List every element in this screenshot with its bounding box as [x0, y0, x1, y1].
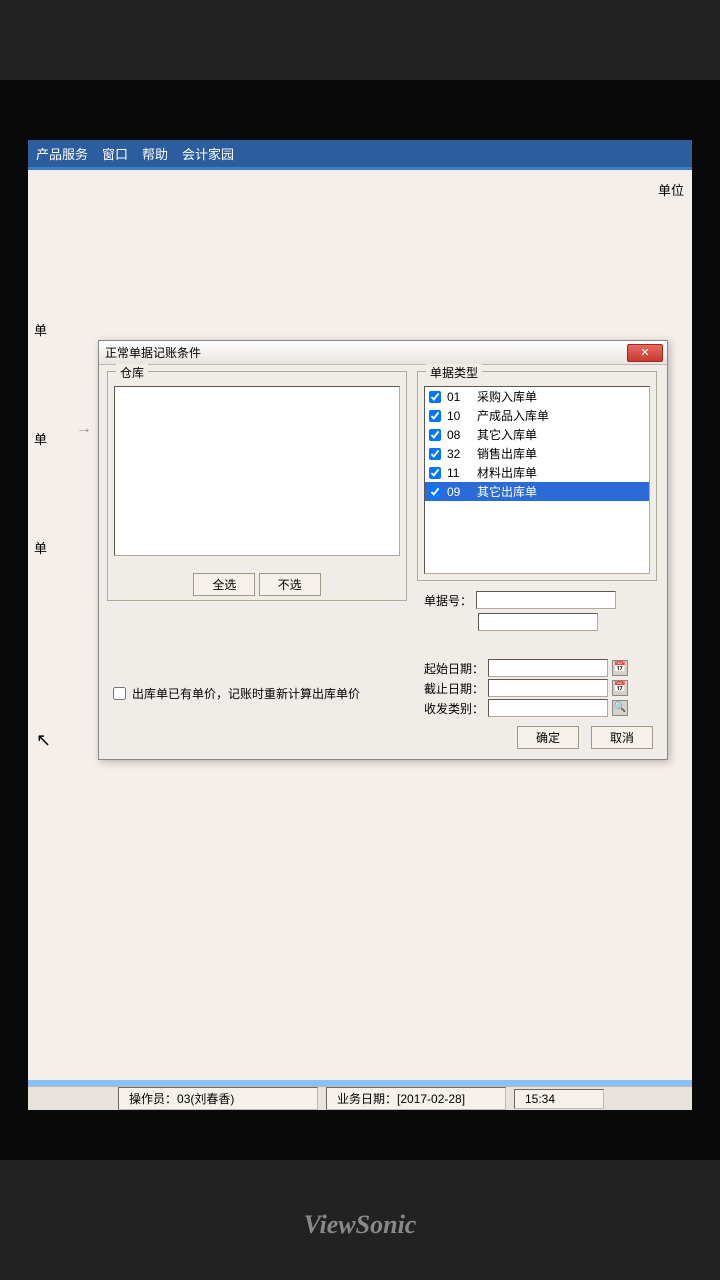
- monitor-frame: 产品服务 窗口 帮助 会计家园 单位 单 单 单 → ↖ 正常单据记账条件 ✕: [0, 80, 720, 1160]
- monitor-brand: ViewSonic: [0, 1210, 720, 1240]
- posting-conditions-dialog: 正常单据记账条件 ✕ 仓库 全选 不选 单据类型 01 采购入库单 10: [98, 340, 668, 760]
- doctype-checkbox[interactable]: [429, 429, 441, 441]
- start-date-input[interactable]: [488, 659, 608, 677]
- doctype-checkbox[interactable]: [429, 391, 441, 403]
- ok-button[interactable]: 确定: [517, 726, 579, 749]
- doctype-code: 11: [447, 466, 471, 480]
- warehouse-label: 仓库: [116, 364, 148, 381]
- app-content-area: 单位 单 单 单 → ↖ 正常单据记账条件 ✕ 仓库 全选: [28, 170, 692, 1080]
- category-input[interactable]: [488, 699, 608, 717]
- doctype-row[interactable]: 32 销售出库单: [425, 444, 649, 463]
- left-tab-3[interactable]: 单: [34, 538, 47, 557]
- doctype-checkbox[interactable]: [429, 448, 441, 460]
- doctype-row[interactable]: 09 其它出库单: [425, 482, 649, 501]
- dialog-title: 正常单据记账条件: [105, 344, 201, 361]
- left-tab-2[interactable]: 单: [34, 429, 47, 448]
- recalc-row: 出库单已有单价，记账时重新计算出库单价: [113, 685, 360, 702]
- doctype-fieldset: 单据类型 01采购入库单10产成品入库单08其它入库单32销售出库单11材料出库…: [417, 371, 657, 581]
- statusbar: 操作员：03(刘春香) 业务日期：[2017-02-28] 15:34: [28, 1086, 692, 1110]
- doctype-row[interactable]: 11 材料出库单: [425, 463, 649, 482]
- close-button[interactable]: ✕: [627, 344, 663, 362]
- dialog-body: 仓库 全选 不选 单据类型 01 采购入库单 10 产成品入库单 08 其它入库单 32 销售…: [99, 365, 667, 759]
- dialog-action-row: 确定 取消: [517, 726, 653, 749]
- doctype-list[interactable]: 01 采购入库单 10 产成品入库单 08 其它入库单 32 销售出库单 11 材料出库单 09 其它…: [424, 386, 650, 574]
- doctype-name: 其它出库单: [477, 483, 537, 500]
- doctype-name: 销售出库单: [477, 445, 537, 462]
- doctype-checkbox[interactable]: [429, 467, 441, 479]
- menu-help[interactable]: 帮助: [142, 144, 168, 163]
- doctype-name: 采购入库单: [477, 388, 537, 405]
- category-label: 收发类别：: [424, 700, 484, 717]
- doctype-code: 10: [447, 409, 471, 423]
- recalc-checkbox[interactable]: [113, 687, 126, 700]
- doctype-checkbox[interactable]: [429, 486, 441, 498]
- end-date-label: 截止日期：: [424, 680, 484, 697]
- left-tab-1[interactable]: 单: [34, 320, 47, 339]
- docno-from-input[interactable]: [476, 591, 616, 609]
- doctype-name: 材料出库单: [477, 464, 537, 481]
- menu-home[interactable]: 会计家园: [182, 144, 234, 163]
- cursor-icon: ↖: [36, 730, 51, 751]
- doctype-code: 01: [447, 390, 471, 404]
- recalc-label: 出库单已有单价，记账时重新计算出库单价: [132, 685, 360, 702]
- menubar: 产品服务 窗口 帮助 会计家园: [28, 140, 692, 167]
- start-date-label: 起始日期：: [424, 660, 484, 677]
- select-none-button[interactable]: 不选: [259, 573, 321, 596]
- warehouse-fieldset: 仓库 全选 不选: [107, 371, 407, 601]
- lookup-icon[interactable]: 🔍: [612, 700, 628, 716]
- docno-row: 单据号：: [424, 591, 616, 609]
- calendar-icon[interactable]: 📅: [612, 660, 628, 676]
- warehouse-list[interactable]: [114, 386, 400, 556]
- select-all-button[interactable]: 全选: [193, 573, 255, 596]
- doctype-checkbox[interactable]: [429, 410, 441, 422]
- doctype-row[interactable]: 01 采购入库单: [425, 387, 649, 406]
- calendar-icon[interactable]: 📅: [612, 680, 628, 696]
- status-time: 15:34: [514, 1089, 604, 1109]
- doctype-name: 产成品入库单: [477, 407, 549, 424]
- left-tabs: 单 单 单: [34, 320, 47, 557]
- menu-window[interactable]: 窗口: [102, 144, 128, 163]
- unit-label: 单位: [658, 180, 684, 199]
- doctype-label: 单据类型: [426, 364, 482, 381]
- arrow-icon: →: [76, 420, 92, 438]
- doctype-code: 32: [447, 447, 471, 461]
- doctype-row[interactable]: 08 其它入库单: [425, 425, 649, 444]
- end-date-input[interactable]: [488, 679, 608, 697]
- dialog-titlebar[interactable]: 正常单据记账条件 ✕: [99, 341, 667, 365]
- menu-product[interactable]: 产品服务: [36, 144, 88, 163]
- doctype-code: 08: [447, 428, 471, 442]
- category-row: 收发类别： 🔍: [424, 699, 628, 717]
- cancel-button[interactable]: 取消: [591, 726, 653, 749]
- doctype-code: 09: [447, 485, 471, 499]
- desktop-screen: 产品服务 窗口 帮助 会计家园 单位 单 单 单 → ↖ 正常单据记账条件 ✕: [28, 140, 692, 1110]
- status-bizdate: 业务日期：[2017-02-28]: [326, 1087, 506, 1110]
- status-operator: 操作员：03(刘春香): [118, 1087, 318, 1110]
- docno-to-input[interactable]: [478, 613, 598, 631]
- start-date-row: 起始日期： 📅: [424, 659, 628, 677]
- docno-row2: [424, 613, 598, 631]
- docno-label: 单据号：: [424, 592, 472, 609]
- doctype-name: 其它入库单: [477, 426, 537, 443]
- doctype-row[interactable]: 10 产成品入库单: [425, 406, 649, 425]
- end-date-row: 截止日期： 📅: [424, 679, 628, 697]
